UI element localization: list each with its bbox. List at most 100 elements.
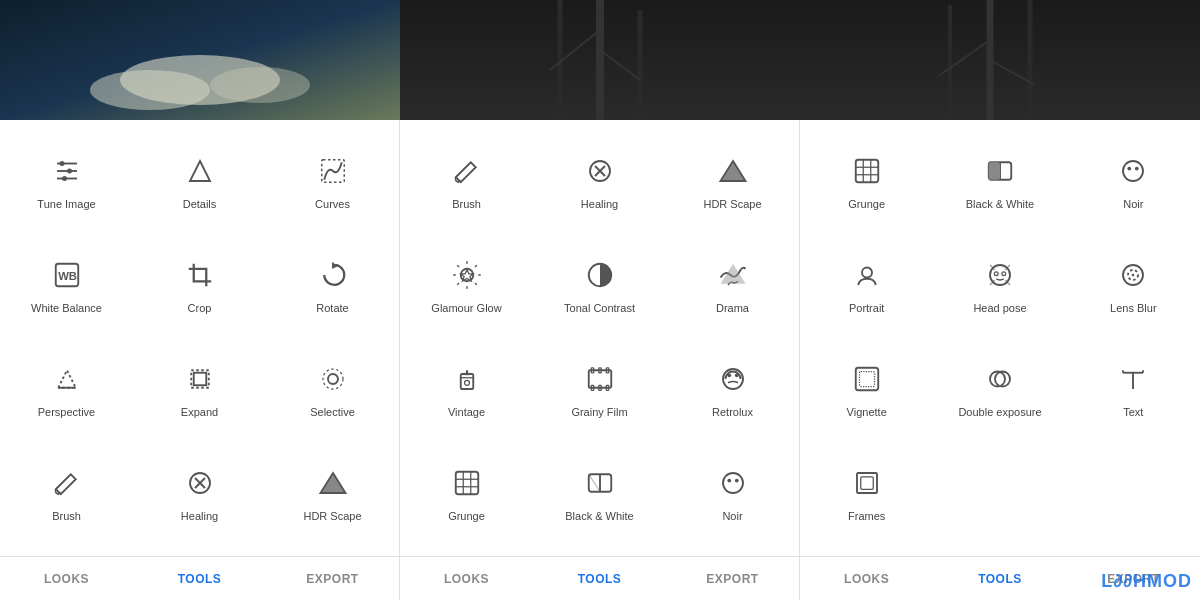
head-pose-label: Head pose [973, 301, 1026, 315]
svg-point-19 [59, 161, 64, 166]
lens-blur-label: Lens Blur [1110, 301, 1156, 315]
tool-vintage[interactable]: Vintage [400, 338, 533, 442]
svg-point-74 [1135, 166, 1139, 170]
tool-grunge-partial[interactable]: Grunge [400, 442, 533, 546]
tool-brush[interactable]: Brush [0, 442, 133, 546]
lens-blur-icon [1115, 257, 1151, 293]
svg-rect-28 [193, 373, 206, 386]
nav-looks-1[interactable]: LOOKS [0, 557, 133, 600]
grunge-partial-label: Grunge [448, 509, 485, 523]
nav-looks-1-label: LOOKS [44, 572, 89, 586]
text-label: Text [1123, 405, 1143, 419]
svg-rect-43 [460, 374, 473, 389]
tool-double-exposure[interactable]: Double exposure [933, 338, 1066, 442]
tool-lens-blur[interactable]: Lens Blur [1067, 234, 1200, 338]
brush-icon [49, 465, 85, 501]
tools-grid-1: Tune Image Details Curves [0, 120, 399, 556]
tool-perspective[interactable]: Perspective [0, 338, 133, 442]
bw-partial-icon [582, 465, 618, 501]
svg-point-78 [1002, 272, 1006, 276]
tool-curves[interactable]: Curves [266, 130, 399, 234]
tool-glamour-glow[interactable]: Glamour Glow [400, 234, 533, 338]
retrolux-icon [715, 361, 751, 397]
wb-label: White Balance [31, 301, 102, 315]
tool-hdr-2[interactable]: HDR Scape [666, 130, 799, 234]
double-exposure-icon [982, 361, 1018, 397]
frames-label: Frames [848, 509, 885, 523]
bw-r-icon [982, 153, 1018, 189]
perspective-label: Perspective [38, 405, 95, 419]
nav-looks-r-label: LOOKS [844, 572, 889, 586]
tool-frames[interactable]: Frames [800, 442, 933, 546]
nav-looks-2[interactable]: LOOKS [400, 557, 533, 600]
crop-icon [182, 257, 218, 293]
panel-1: Tune Image Details Curves [0, 120, 400, 600]
tool-white-balance[interactable]: WB White Balance [0, 234, 133, 338]
grunge-r-icon [849, 153, 885, 189]
vignette-icon [849, 361, 885, 397]
panel-2: Brush Healing [400, 120, 800, 600]
expand-label: Expand [181, 405, 218, 419]
tool-brush-2[interactable]: Brush [400, 130, 533, 234]
svg-point-73 [1128, 166, 1132, 170]
tool-retrolux[interactable]: Retrolux [666, 338, 799, 442]
tool-healing[interactable]: Healing [133, 442, 266, 546]
svg-rect-91 [860, 477, 873, 490]
tools-grid-right: Grunge Black & White [800, 120, 1200, 556]
svg-point-3 [210, 67, 310, 103]
bw-partial-label: Black & White [565, 509, 633, 523]
tool-drama[interactable]: Drama [666, 234, 799, 338]
head-pose-icon [982, 257, 1018, 293]
tool-bw-r[interactable]: Black & White [933, 130, 1066, 234]
rotate-icon [315, 257, 351, 293]
svg-text:WB: WB [58, 270, 77, 282]
panel-right: Grunge Black & White [800, 120, 1200, 600]
svg-point-55 [734, 373, 738, 377]
nav-tools-r-label: TOOLS [978, 572, 1022, 586]
tool-crop[interactable]: Crop [133, 234, 266, 338]
tool-tune-image[interactable]: Tune Image [0, 130, 133, 234]
tool-head-pose[interactable]: Head pose [933, 234, 1066, 338]
tool-healing-2[interactable]: Healing [533, 130, 666, 234]
selective-label: Selective [310, 405, 355, 419]
svg-rect-65 [855, 160, 878, 183]
image-panel-3 [800, 0, 1200, 120]
tool-grainy-film[interactable]: Grainy Film [533, 338, 666, 442]
nav-tools-2[interactable]: TOOLS [533, 557, 666, 600]
nav-export-2[interactable]: EXPORT [666, 557, 799, 600]
svg-rect-71 [989, 162, 1000, 180]
svg-rect-90 [857, 473, 877, 493]
watermark: L∂∂HMOD [1101, 571, 1192, 592]
tool-text[interactable]: Text [1067, 338, 1200, 442]
image-panel-2 [400, 0, 800, 120]
tool-selective[interactable]: Selective [266, 338, 399, 442]
nav-tools-1[interactable]: TOOLS [133, 557, 266, 600]
tool-tonal-contrast[interactable]: Tonal Contrast [533, 234, 666, 338]
curves-label: Curves [315, 197, 350, 211]
svg-point-72 [1123, 161, 1143, 181]
tool-bw-partial[interactable]: Black & White [533, 442, 666, 546]
bottom-nav-1: LOOKS TOOLS EXPORT [0, 556, 399, 600]
svg-point-2 [90, 70, 210, 110]
glamour-glow-icon [449, 257, 485, 293]
nav-looks-r[interactable]: LOOKS [800, 557, 933, 600]
frames-icon [849, 465, 885, 501]
tool-grunge-r[interactable]: Grunge [800, 130, 933, 234]
tool-vignette[interactable]: Vignette [800, 338, 933, 442]
nav-tools-r[interactable]: TOOLS [933, 557, 1066, 600]
tool-expand[interactable]: Expand [133, 338, 266, 442]
nav-export-1[interactable]: EXPORT [266, 557, 399, 600]
hdr-2-icon [715, 153, 751, 189]
tool-portrait[interactable]: Portrait [800, 234, 933, 338]
glamour-glow-label: Glamour Glow [431, 301, 501, 315]
tool-rotate[interactable]: Rotate [266, 234, 399, 338]
double-exposure-label: Double exposure [958, 405, 1041, 419]
svg-point-29 [328, 374, 338, 384]
vintage-label: Vintage [448, 405, 485, 419]
brush-2-label: Brush [452, 197, 481, 211]
tool-details[interactable]: Details [133, 130, 266, 234]
tool-noir-r[interactable]: Noir [1067, 130, 1200, 234]
tool-noir-partial[interactable]: Noir [666, 442, 799, 546]
tool-hdr-scape[interactable]: HDR Scape [266, 442, 399, 546]
selective-icon [315, 361, 351, 397]
